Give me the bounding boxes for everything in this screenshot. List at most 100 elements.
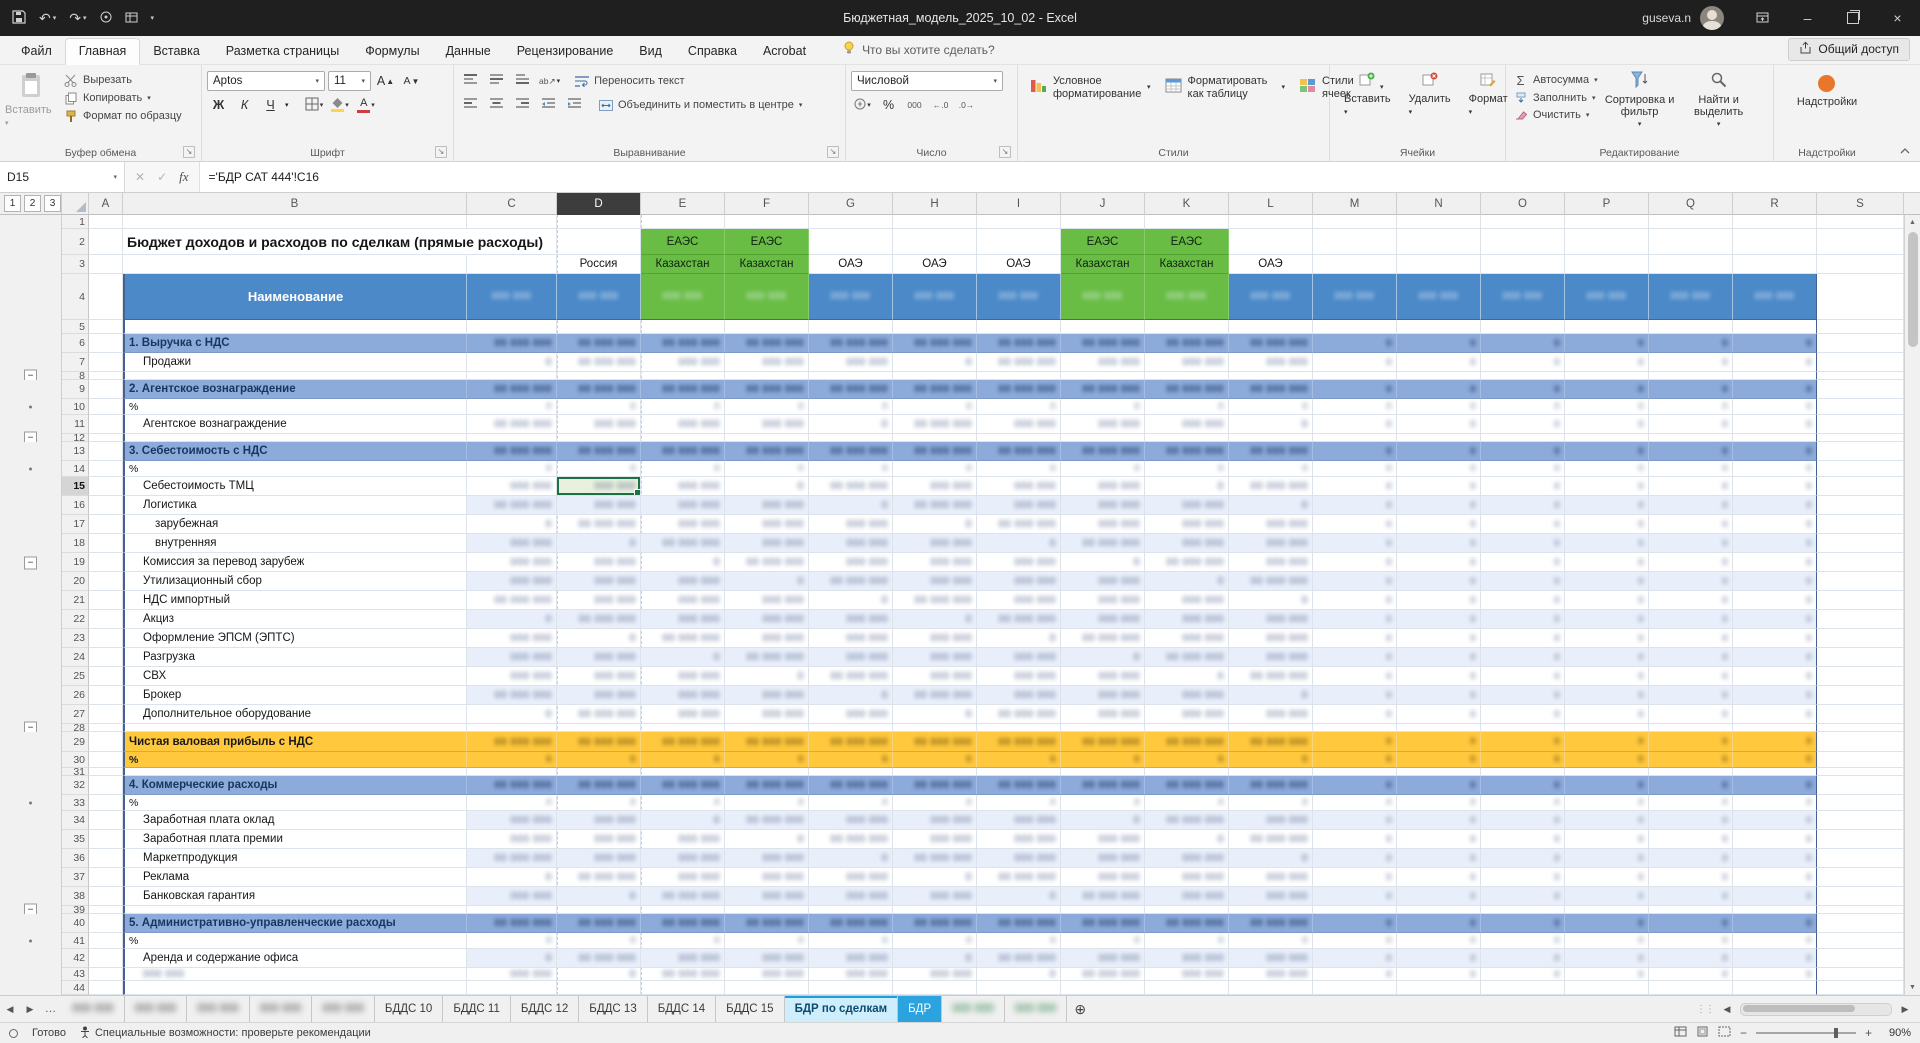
cell-G5[interactable] (809, 320, 893, 334)
cell-C35[interactable]: 000 000 (467, 830, 557, 849)
cell-J28[interactable] (1061, 724, 1145, 732)
cell-G10[interactable]: 0 (809, 399, 893, 415)
cell-C12[interactable] (467, 434, 557, 442)
row-header-15[interactable]: 15 (62, 477, 89, 496)
cell-N40[interactable]: 0 (1397, 914, 1481, 933)
cell-I6[interactable]: 00 000 000 (977, 334, 1061, 353)
row-header-20[interactable]: 20 (62, 572, 89, 591)
cell-M10[interactable]: 0 (1313, 399, 1397, 415)
cell-L24[interactable]: 000 000 (1229, 648, 1313, 667)
scroll-down-icon[interactable]: ▼ (1905, 980, 1920, 995)
cell-F13[interactable]: 00 000 000 (725, 442, 809, 461)
row-header-3[interactable]: 3 (62, 255, 89, 274)
cell-S28[interactable] (1817, 724, 1904, 732)
cell-D1[interactable] (557, 215, 641, 229)
row-header-24[interactable]: 24 (62, 648, 89, 667)
cell-J5[interactable] (1061, 320, 1145, 334)
cell-A38[interactable] (89, 887, 123, 906)
row-header-22[interactable]: 22 (62, 610, 89, 629)
cell-I14[interactable]: 0 (977, 461, 1061, 477)
enter-check-icon[interactable]: ✓ (157, 170, 167, 184)
cell-L21[interactable]: 0 (1229, 591, 1313, 610)
cell-Q11[interactable]: 0 (1649, 415, 1733, 434)
cell-A20[interactable] (89, 572, 123, 591)
cell-P17[interactable]: 0 (1565, 515, 1649, 534)
cell-F27[interactable]: 000 000 (725, 705, 809, 724)
cell-P23[interactable]: 0 (1565, 629, 1649, 648)
cell-M27[interactable]: 0 (1313, 705, 1397, 724)
cell-J22[interactable]: 000 000 (1061, 610, 1145, 629)
cell-E39[interactable] (641, 906, 725, 914)
cell-S34[interactable] (1817, 811, 1904, 830)
cell-I29[interactable]: 00 000 000 (977, 732, 1061, 752)
cell-I35[interactable]: 000 000 (977, 830, 1061, 849)
cell-M42[interactable]: 0 (1313, 949, 1397, 968)
cell-C41[interactable]: 0 (467, 933, 557, 949)
sheet-tab-БДР по сделкам[interactable]: БДР по сделкам (784, 996, 899, 1022)
cell-N37[interactable]: 0 (1397, 868, 1481, 887)
cell-O2[interactable] (1481, 229, 1565, 255)
cell-Q35[interactable]: 0 (1649, 830, 1733, 849)
cell-Q40[interactable]: 0 (1649, 914, 1733, 933)
cell-C18[interactable]: 000 000 (467, 534, 557, 553)
cell-D2[interactable] (557, 229, 641, 255)
cell-M28[interactable] (1313, 724, 1397, 732)
cell-F35[interactable]: 0 (725, 830, 809, 849)
row-header-19[interactable]: 19 (62, 553, 89, 572)
cell-P33[interactable]: 0 (1565, 795, 1649, 811)
cell-P25[interactable]: 0 (1565, 667, 1649, 686)
format-as-table-button[interactable]: Форматировать как таблицу ▾ (1158, 67, 1293, 108)
row-header-18[interactable]: 18 (62, 534, 89, 553)
cell-N18[interactable]: 0 (1397, 534, 1481, 553)
cell-N4[interactable]: 000 000 (1397, 274, 1481, 320)
cell-K27[interactable]: 000 000 (1145, 705, 1229, 724)
cell-H19[interactable]: 000 000 (893, 553, 977, 572)
cell-D14[interactable]: 0 (557, 461, 641, 477)
cell-I23[interactable]: 0 (977, 629, 1061, 648)
cell-G32[interactable]: 00 000 000 (809, 776, 893, 795)
cell-R34[interactable]: 0 (1733, 811, 1817, 830)
cell-K35[interactable]: 0 (1145, 830, 1229, 849)
row-header-12[interactable]: 12 (62, 432, 89, 444)
cell-R38[interactable]: 0 (1733, 887, 1817, 906)
zoom-slider[interactable] (1755, 1028, 1856, 1038)
cell-D27[interactable]: 00 000 000 (557, 705, 641, 724)
cell-N16[interactable]: 0 (1397, 496, 1481, 515)
cell-I7[interactable]: 00 000 000 (977, 353, 1061, 372)
cell-C10[interactable]: 0 (467, 399, 557, 415)
column-header-M[interactable]: M (1313, 193, 1397, 215)
cell-J3[interactable]: Казахстан (1061, 255, 1145, 274)
cell-J14[interactable]: 0 (1061, 461, 1145, 477)
cell-A9[interactable] (89, 380, 123, 399)
cell-L32[interactable]: 00 000 000 (1229, 776, 1313, 795)
cell-K28[interactable] (1145, 724, 1229, 732)
cell-G29[interactable]: 00 000 000 (809, 732, 893, 752)
cell-G43[interactable]: 000 000 (809, 968, 893, 981)
cell-I21[interactable]: 000 000 (977, 591, 1061, 610)
cell-S9[interactable] (1817, 380, 1904, 399)
cell-D5[interactable] (557, 320, 641, 334)
cell-B4[interactable]: Наименование (123, 274, 467, 320)
cell-C14[interactable]: 0 (467, 461, 557, 477)
cell-A7[interactable] (89, 353, 123, 372)
redo-button[interactable]: ↷ ▾ (69, 11, 86, 25)
column-header-D[interactable]: D (557, 193, 641, 215)
cell-I24[interactable]: 000 000 (977, 648, 1061, 667)
cell-P10[interactable]: 0 (1565, 399, 1649, 415)
cell-H41[interactable]: 0 (893, 933, 977, 949)
cell-N2[interactable] (1397, 229, 1481, 255)
cell-C44[interactable] (467, 981, 557, 995)
cell-S1[interactable] (1817, 215, 1904, 229)
cell-G30[interactable]: 0 (809, 752, 893, 768)
cell-N42[interactable]: 0 (1397, 949, 1481, 968)
cell-J9[interactable]: 00 000 000 (1061, 380, 1145, 399)
column-header-L[interactable]: L (1229, 193, 1313, 215)
cell-A24[interactable] (89, 648, 123, 667)
cell-Q26[interactable]: 0 (1649, 686, 1733, 705)
cell-M24[interactable]: 0 (1313, 648, 1397, 667)
cell-F25[interactable]: 0 (725, 667, 809, 686)
sheet-tab-БДДС 12[interactable]: БДДС 12 (511, 996, 580, 1022)
cell-Q20[interactable]: 0 (1649, 572, 1733, 591)
cell-O38[interactable]: 0 (1481, 887, 1565, 906)
cell-C1[interactable] (467, 215, 557, 229)
